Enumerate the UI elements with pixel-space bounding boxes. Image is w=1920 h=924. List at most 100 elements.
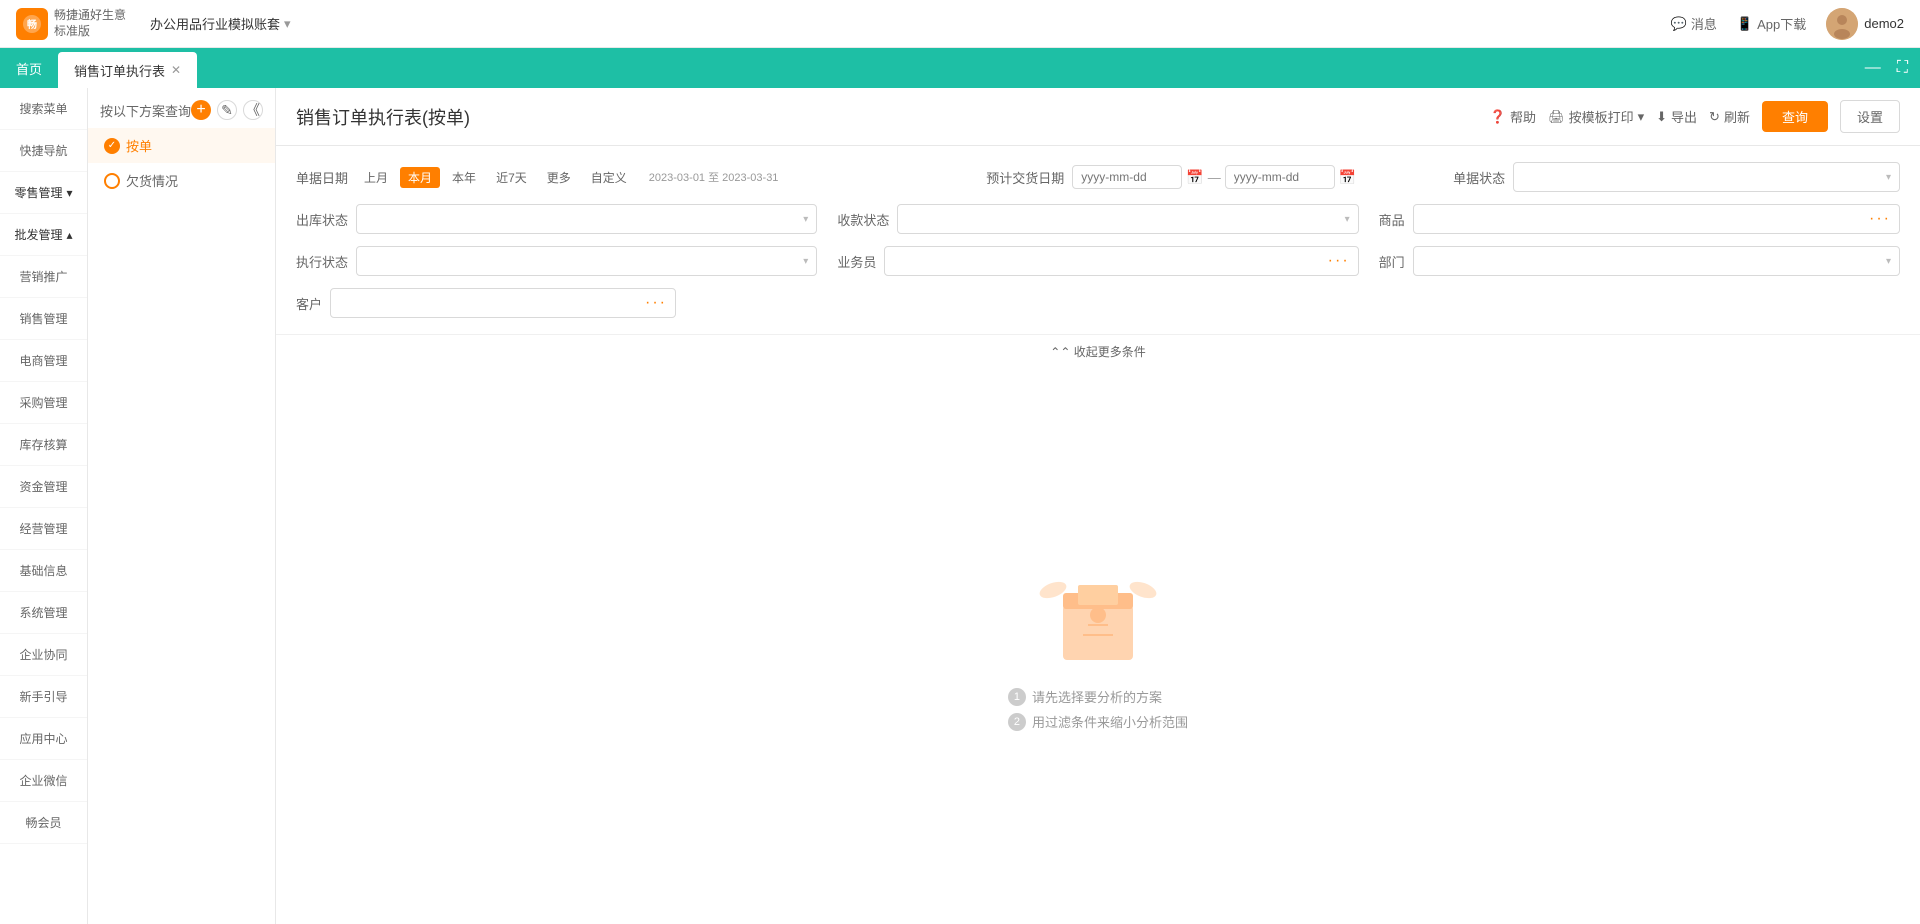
logo-area: 畅 畅捷通好生意 标准版 bbox=[16, 8, 126, 40]
salesperson-select[interactable]: ··· bbox=[884, 246, 1358, 276]
tab-fullscreen-icon[interactable]: ⛶ bbox=[1893, 55, 1912, 81]
delivery-status-select[interactable]: ▾ bbox=[356, 204, 817, 234]
filter-option-owe-goods[interactable]: 欠货情况 bbox=[88, 163, 275, 198]
customer-select[interactable]: ··· bbox=[330, 288, 676, 318]
message-button[interactable]: 💬 消息 bbox=[1671, 14, 1717, 33]
header-left: 畅 畅捷通好生意 标准版 办公用品行业模拟账套 ▾ bbox=[16, 8, 291, 40]
export-button[interactable]: ⬇ 导出 bbox=[1656, 107, 1697, 126]
filter-option-follow-order[interactable]: ✓ 按单 bbox=[88, 128, 275, 163]
tab-minimize-icon[interactable]: — bbox=[1861, 55, 1885, 81]
receipt-arrow-icon: ▾ bbox=[1345, 214, 1350, 225]
tab-close-icon[interactable]: ✕ bbox=[171, 63, 181, 77]
follow-order-dot: ✓ bbox=[104, 138, 120, 154]
collapse-bar[interactable]: ⌃⌃ 收起更多条件 bbox=[276, 334, 1920, 368]
sidebar-item-quick-nav[interactable]: 快捷导航 bbox=[0, 130, 87, 172]
delivery-arrow-icon: ▾ bbox=[803, 214, 808, 225]
date-tab-last7[interactable]: 近7天 bbox=[488, 167, 535, 188]
sidebar-item-finance[interactable]: 资金管理 bbox=[0, 466, 87, 508]
add-filter-button[interactable]: + bbox=[191, 100, 211, 120]
sidebar-item-retail[interactable]: 零售管理 ▾ bbox=[0, 172, 87, 214]
delivery-status-label: 出库状态 bbox=[296, 210, 348, 229]
empty-illustration bbox=[1038, 555, 1158, 675]
goods-select[interactable]: ··· bbox=[1413, 204, 1900, 234]
sidebar-item-member[interactable]: 畅会员 bbox=[0, 802, 87, 844]
goods-more-icon: ··· bbox=[1869, 210, 1891, 228]
filter-row-2: 出库状态 ▾ 收款状态 ▾ 商品 bbox=[296, 204, 1900, 234]
empty-text: 1 请先选择要分析的方案 2 用过滤条件来缩小分析范围 bbox=[1008, 687, 1188, 737]
sidebar-item-enterprise[interactable]: 企业协同 bbox=[0, 634, 87, 676]
query-button[interactable]: 查询 bbox=[1762, 101, 1828, 132]
filter-order-status-item: 单据状态 ▾ bbox=[1453, 162, 1900, 192]
tab-sales-order[interactable]: 销售订单执行表 ✕ bbox=[58, 52, 197, 88]
sidebar-item-basic-info[interactable]: 基础信息 bbox=[0, 550, 87, 592]
date-label: 单据日期 bbox=[296, 168, 348, 187]
svg-text:畅: 畅 bbox=[27, 18, 37, 31]
page-layout: 按以下方案查询 + ✎ 《 ✓ 按单 bbox=[88, 88, 1920, 924]
sidebar-item-system[interactable]: 系统管理 bbox=[0, 592, 87, 634]
avatar bbox=[1826, 8, 1858, 40]
empty-state: 1 请先选择要分析的方案 2 用过滤条件来缩小分析范围 bbox=[276, 368, 1920, 924]
sidebar-item-inventory[interactable]: 库存核算 bbox=[0, 424, 87, 466]
template-print-button[interactable]: 🖨 按模板打印 ▾ bbox=[1548, 107, 1644, 126]
execution-status-label: 执行状态 bbox=[296, 252, 348, 271]
left-panel-actions: + ✎ 《 bbox=[191, 100, 263, 120]
sidebar-item-wechat[interactable]: 企业微信 bbox=[0, 760, 87, 802]
sidebar-item-marketing[interactable]: 营销推广 bbox=[0, 256, 87, 298]
sidebar-item-sales-mgmt[interactable]: 销售管理 bbox=[0, 298, 87, 340]
sidebar-item-operations[interactable]: 经营管理 bbox=[0, 508, 87, 550]
filter-salesperson-item: 业务员 ··· bbox=[837, 246, 1358, 276]
receipt-status-label: 收款状态 bbox=[837, 210, 889, 229]
settings-button[interactable]: 设置 bbox=[1840, 100, 1900, 133]
filter-execution-status-item: 执行状态 ▾ bbox=[296, 246, 817, 276]
app-download-button[interactable]: 📱 App下载 bbox=[1737, 14, 1806, 33]
left-panel: 按以下方案查询 + ✎ 《 ✓ 按单 bbox=[88, 88, 276, 924]
user-area[interactable]: demo2 bbox=[1826, 8, 1904, 40]
sidebar-item-purchase[interactable]: 采购管理 bbox=[0, 382, 87, 424]
date-tab-custom[interactable]: 自定义 bbox=[583, 167, 635, 188]
tab-home[interactable]: 首页 bbox=[0, 48, 58, 88]
collapse-panel-button[interactable]: 《 bbox=[243, 100, 263, 120]
filter-receipt-status-item: 收款状态 ▾ bbox=[837, 204, 1358, 234]
cal-end-icon[interactable]: 📅 bbox=[1339, 169, 1356, 186]
department-select[interactable]: ▾ bbox=[1413, 246, 1900, 276]
header-right: 💬 消息 📱 App下载 demo2 bbox=[1671, 8, 1904, 40]
expected-delivery-label: 预计交货日期 bbox=[986, 168, 1064, 187]
sidebar-item-guide[interactable]: 新手引导 bbox=[0, 676, 87, 718]
customer-label: 客户 bbox=[296, 294, 322, 313]
breadcrumb-arrow-icon[interactable]: ▾ bbox=[284, 16, 291, 32]
date-tab-more[interactable]: 更多 bbox=[539, 167, 579, 188]
edit-icon: ✎ bbox=[221, 102, 233, 119]
date-tab-last-month[interactable]: 上月 bbox=[356, 167, 396, 188]
message-icon: 💬 bbox=[1671, 16, 1687, 32]
filter-department-item: 部门 ▾ bbox=[1379, 246, 1900, 276]
department-arrow-icon: ▾ bbox=[1886, 256, 1891, 267]
refresh-button[interactable]: ↻ 刷新 bbox=[1709, 107, 1750, 126]
filter-row-1: 单据日期 上月 本月 本年 近7天 更多 自定义 2023-03-01 至 20… bbox=[296, 162, 1900, 192]
date-tabs: 上月 本月 本年 近7天 更多 自定义 bbox=[356, 167, 635, 188]
expected-delivery-end[interactable] bbox=[1225, 165, 1335, 189]
date-tab-this-year[interactable]: 本年 bbox=[444, 167, 484, 188]
help-button[interactable]: ❓ 帮助 bbox=[1490, 107, 1536, 126]
empty-hint-2: 2 用过滤条件来缩小分析范围 bbox=[1008, 712, 1188, 731]
order-status-select[interactable]: ▾ bbox=[1513, 162, 1900, 192]
collapse-up-icon: ⌃⌃ bbox=[1050, 345, 1073, 359]
cal-start-icon[interactable]: 📅 bbox=[1186, 169, 1203, 186]
sidebar-item-search-menu[interactable]: 搜索菜单 bbox=[0, 88, 87, 130]
hint-num-2: 2 bbox=[1008, 713, 1026, 731]
download-icon: 📱 bbox=[1737, 16, 1753, 32]
tab-bar: 首页 销售订单执行表 ✕ — ⛶ bbox=[0, 48, 1920, 88]
top-header: 畅 畅捷通好生意 标准版 办公用品行业模拟账套 ▾ 💬 消息 📱 App下载 d… bbox=[0, 0, 1920, 48]
execution-status-select[interactable]: ▾ bbox=[356, 246, 817, 276]
date-tab-this-month[interactable]: 本月 bbox=[400, 167, 440, 188]
filter-date-item: 单据日期 上月 本月 本年 近7天 更多 自定义 2023-03-01 至 20… bbox=[296, 167, 966, 188]
sidebar-item-ecommerce[interactable]: 电商管理 bbox=[0, 340, 87, 382]
receipt-status-select[interactable]: ▾ bbox=[897, 204, 1358, 234]
expected-delivery-start[interactable] bbox=[1072, 165, 1182, 189]
collapse-icon: 《 bbox=[246, 100, 260, 120]
customer-more-icon: ··· bbox=[645, 294, 667, 312]
sidebar-item-app-center[interactable]: 应用中心 bbox=[0, 718, 87, 760]
edit-filter-button[interactable]: ✎ bbox=[217, 100, 237, 120]
order-status-label: 单据状态 bbox=[1453, 168, 1505, 187]
sidebar-item-wholesale[interactable]: 批发管理 ▴ bbox=[0, 214, 87, 256]
page-title-bar: 销售订单执行表(按单) ❓ 帮助 🖨 按模板打印 ▾ ⬇ bbox=[276, 88, 1920, 146]
